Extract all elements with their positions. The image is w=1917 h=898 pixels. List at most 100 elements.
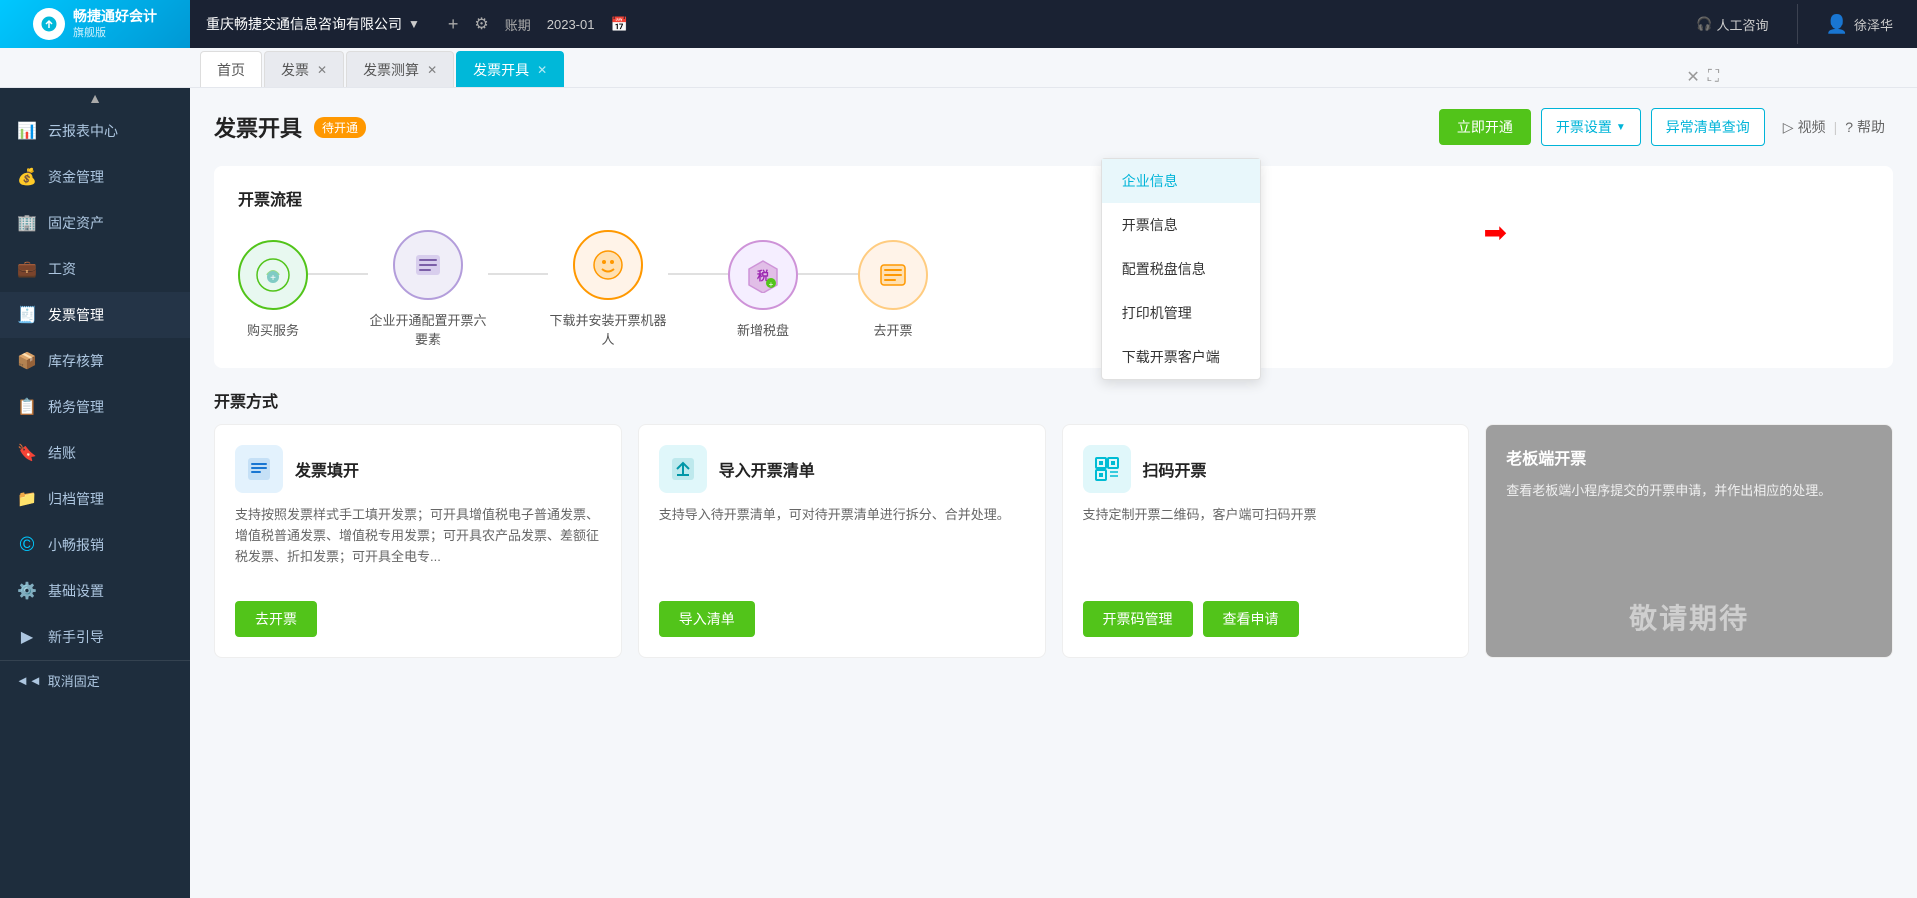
tab-invoice[interactable]: 发票 ✕	[264, 51, 344, 87]
user-area[interactable]: 👤 徐泽华	[1826, 14, 1893, 35]
fund-icon: 💰	[16, 166, 38, 188]
top-bar-right: 🎧 人工咨询 👤 徐泽华	[1696, 4, 1917, 44]
method-card-import: 导入开票清单 支持导入待开票清单，可对待开票清单进行拆分、合并处理。 导入清单	[638, 424, 1046, 658]
method-scan-btn1[interactable]: 开票码管理	[1083, 601, 1193, 637]
tab-invoice-issue[interactable]: 发票开具 ✕	[456, 51, 564, 87]
sidebar-item-report2[interactable]: © 小畅报销	[0, 522, 190, 568]
add-icon[interactable]: +	[448, 14, 459, 35]
method-fill-title: 发票填开	[295, 457, 359, 481]
sidebar: ▲ 📊 云报表中心 💰 资金管理 🏢 固定资产 💼 工资 🧾 发票管理 📦 库存…	[0, 88, 190, 898]
sidebar-item-tax[interactable]: 📋 税务管理	[0, 384, 190, 430]
top-bar: 畅捷通好会计 旗舰版 重庆畅捷交通信息咨询有限公司 ▼ + ⚙ 账期 2023-…	[0, 0, 1917, 48]
sidebar-item-fund[interactable]: 💰 资金管理	[0, 154, 190, 200]
dropdown-tax-disk[interactable]: 配置税盘信息	[1102, 247, 1260, 291]
process-step-go[interactable]: 去开票	[858, 240, 928, 339]
methods-title: 开票方式	[214, 388, 1893, 412]
method-scan-btn2[interactable]: 查看申请	[1203, 601, 1299, 637]
method-import-btn[interactable]: 导入清单	[659, 601, 755, 637]
activate-button[interactable]: 立即开通	[1439, 109, 1531, 145]
process-step-download[interactable]: 下载并安装开票机器人	[548, 230, 668, 348]
settings-button[interactable]: 开票设置 ▼	[1541, 108, 1641, 146]
dropdown-download-client[interactable]: 下载开票客户端	[1102, 335, 1260, 379]
report2-icon: ©	[16, 534, 38, 556]
help-button[interactable]: ▷ 视频 | ? 帮助	[1775, 109, 1893, 145]
method-boss-desc: 查看老板端小程序提交的开票申请，并作出相应的处理。	[1506, 481, 1872, 561]
user-avatar-icon: 👤	[1826, 14, 1848, 35]
dropdown-invoice-info[interactable]: 开票信息	[1102, 203, 1260, 247]
method-import-icon	[659, 445, 707, 493]
tab-close-icon[interactable]: ✕	[1686, 67, 1699, 87]
settings-icon[interactable]: ⚙	[474, 14, 488, 34]
methods-section: 开票方式 发票填开	[214, 388, 1893, 658]
status-badge: 待开通	[314, 117, 366, 138]
dropdown-arrow-icon: ▼	[1616, 122, 1626, 133]
step-label-config: 企业开通配置开票六要素	[368, 310, 488, 348]
cancel-fixed-btn[interactable]: ◄◄ 取消固定	[0, 660, 190, 700]
process-section: 开票流程 + 购买服务	[214, 166, 1893, 368]
sidebar-item-invoice-mgmt[interactable]: 🧾 发票管理	[0, 292, 190, 338]
chevron-down-icon: ▼	[408, 17, 420, 31]
step-divider-4	[798, 273, 858, 275]
step-divider-3	[668, 273, 728, 275]
process-step-config[interactable]: 企业开通配置开票六要素	[368, 230, 488, 348]
tab-invoice-test[interactable]: 发票测算 ✕	[346, 51, 454, 87]
method-import-header: 导入开票清单	[659, 445, 1025, 493]
svg-text:+: +	[270, 273, 276, 284]
period-label: 账期	[505, 15, 531, 34]
invoice-icon: 🧾	[16, 304, 38, 326]
inventory-icon: 📦	[16, 350, 38, 372]
sidebar-scroll-up[interactable]: ▲	[0, 88, 190, 108]
tab-invoice-test-close[interactable]: ✕	[427, 63, 437, 77]
sidebar-item-settle[interactable]: 🔖 结账	[0, 430, 190, 476]
svg-text:+: +	[769, 280, 774, 289]
logo-area[interactable]: 畅捷通好会计 旗舰版	[0, 0, 190, 48]
red-arrow-indicator: ➡	[1484, 216, 1507, 249]
company-selector[interactable]: 重庆畅捷交通信息咨询有限公司 ▼	[190, 14, 436, 34]
step-label-go: 去开票	[873, 320, 912, 339]
settle-icon: 🔖	[16, 442, 38, 464]
method-fill-btn[interactable]: 去开票	[235, 601, 317, 637]
app-edition: 旗舰版	[73, 24, 157, 40]
settings-dropdown: 企业信息 开票信息 配置税盘信息 打印机管理 下载开票客户端	[1101, 158, 1261, 380]
tab-bar: 首页 发票 ✕ 发票测算 ✕ 发票开具 ✕ ✕ ⛶	[0, 48, 1917, 88]
method-scan-title: 扫码开票	[1143, 457, 1207, 481]
dropdown-printer[interactable]: 打印机管理	[1102, 291, 1260, 335]
tab-invoice-close[interactable]: ✕	[317, 63, 327, 77]
archive-icon: 📁	[16, 488, 38, 510]
abnormal-button[interactable]: 异常清单查询	[1651, 108, 1765, 146]
sidebar-item-settings[interactable]: ⚙️ 基础设置	[0, 568, 190, 614]
sidebar-item-inventory[interactable]: 📦 库存核算	[0, 338, 190, 384]
sidebar-item-asset[interactable]: 🏢 固定资产	[0, 200, 190, 246]
method-card-boss: 老板端开票 查看老板端小程序提交的开票申请，并作出相应的处理。 敬请期待	[1485, 424, 1893, 658]
main-layout: ▲ 📊 云报表中心 💰 资金管理 🏢 固定资产 💼 工资 🧾 发票管理 📦 库存…	[0, 88, 1917, 898]
method-fill-header: 发票填开	[235, 445, 601, 493]
period-value[interactable]: 2023-01	[547, 17, 595, 32]
process-flow: + 购买服务 企业开	[238, 230, 1869, 348]
consultant-btn[interactable]: 🎧 人工咨询	[1696, 15, 1768, 34]
sidebar-item-guide[interactable]: ▶ 新手引导	[0, 614, 190, 660]
step-label-tax: 新增税盘	[737, 320, 789, 339]
guide-icon: ▶	[16, 626, 38, 648]
calendar-icon[interactable]: 📅	[610, 16, 627, 33]
video-icon: ▷	[1783, 119, 1794, 136]
top-bar-actions: + ⚙ 账期 2023-01 📅	[436, 14, 640, 35]
sidebar-item-archive[interactable]: 📁 归档管理	[0, 476, 190, 522]
process-step-buy[interactable]: + 购买服务	[238, 240, 308, 339]
sidebar-item-report[interactable]: 📊 云报表中心	[0, 108, 190, 154]
user-name: 徐泽华	[1854, 15, 1893, 34]
dropdown-company-info[interactable]: 企业信息	[1102, 159, 1260, 203]
method-import-title: 导入开票清单	[719, 457, 815, 481]
pin-icon: ◄◄	[16, 673, 42, 688]
method-scan-header: 扫码开票	[1083, 445, 1449, 493]
tab-home[interactable]: 首页	[200, 51, 262, 87]
step-divider-2	[488, 273, 548, 275]
tax-icon: 📋	[16, 396, 38, 418]
company-name: 重庆畅捷交通信息咨询有限公司	[206, 14, 402, 34]
sidebar-item-salary[interactable]: 💼 工资	[0, 246, 190, 292]
method-scan-desc: 支持定制开票二维码，客户端可扫码开票	[1083, 505, 1449, 585]
help-circle-icon: ?	[1845, 119, 1853, 135]
tab-invoice-issue-close[interactable]: ✕	[537, 63, 547, 77]
process-step-tax[interactable]: 税 + 新增税盘	[728, 240, 798, 339]
tab-maximize-icon[interactable]: ⛶	[1708, 68, 1719, 86]
method-import-desc: 支持导入待开票清单，可对待开票清单进行拆分、合并处理。	[659, 505, 1025, 585]
